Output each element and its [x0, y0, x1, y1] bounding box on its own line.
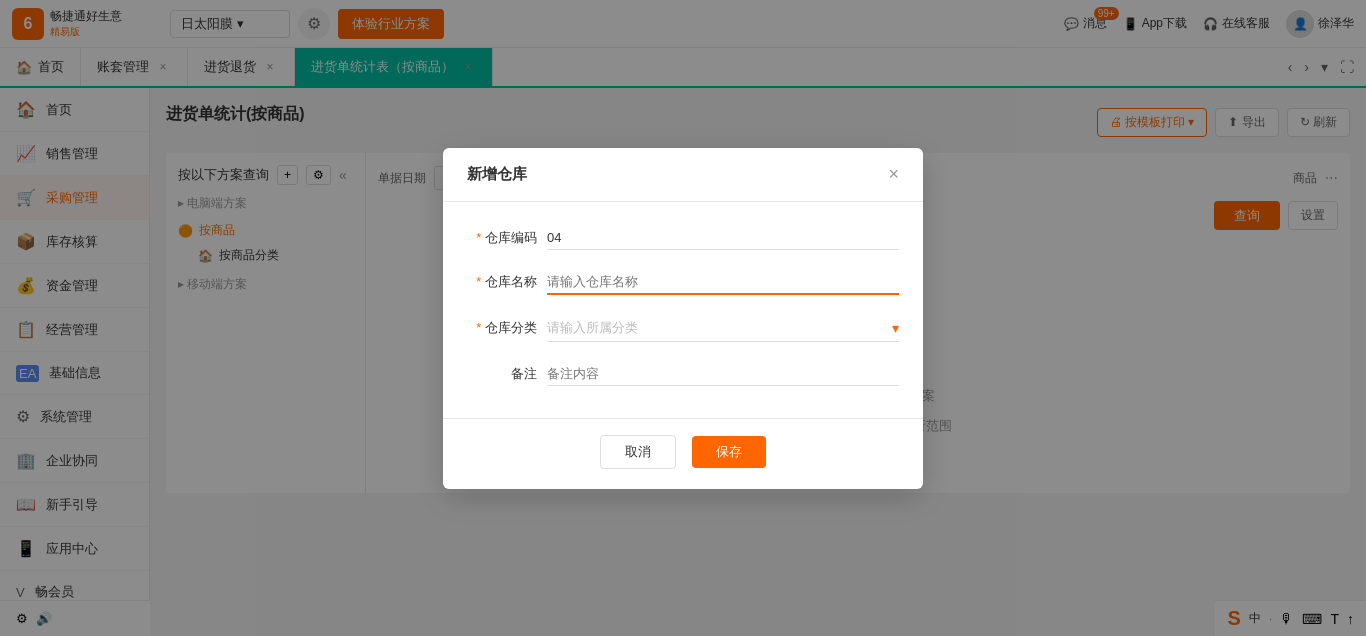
form-row-category: * 仓库分类 请输入所属分类 ▾	[467, 315, 899, 342]
modal-overlay: 新增仓库 × * 仓库编码 * 仓库名称	[0, 0, 1366, 636]
form-row-code: * 仓库编码	[467, 226, 899, 250]
category-placeholder: 请输入所属分类	[547, 315, 892, 341]
warehouse-code-input[interactable]	[547, 226, 899, 250]
note-input[interactable]	[547, 362, 899, 386]
required-mark: *	[476, 274, 481, 289]
form-row-name: * 仓库名称	[467, 270, 899, 295]
required-mark: *	[476, 230, 481, 245]
save-button[interactable]: 保存	[692, 436, 766, 468]
modal-close-button[interactable]: ×	[888, 164, 899, 185]
note-label: 备注	[467, 365, 547, 383]
warehouse-name-input[interactable]	[547, 270, 899, 295]
code-label: * 仓库编码	[467, 229, 547, 247]
modal-header: 新增仓库 ×	[443, 148, 923, 202]
cancel-button[interactable]: 取消	[600, 435, 676, 469]
modal-body: * 仓库编码 * 仓库名称 * 仓库分类 请输入所属	[443, 202, 923, 418]
form-row-note: 备注	[467, 362, 899, 386]
chevron-down-icon: ▾	[892, 320, 899, 336]
modal-title: 新增仓库	[467, 165, 527, 184]
modal-footer: 取消 保存	[443, 418, 923, 489]
category-select-wrapper[interactable]: 请输入所属分类 ▾	[547, 315, 899, 342]
name-label: * 仓库名称	[467, 273, 547, 291]
add-warehouse-modal: 新增仓库 × * 仓库编码 * 仓库名称	[443, 148, 923, 489]
category-label: * 仓库分类	[467, 319, 547, 337]
required-mark: *	[476, 320, 481, 335]
